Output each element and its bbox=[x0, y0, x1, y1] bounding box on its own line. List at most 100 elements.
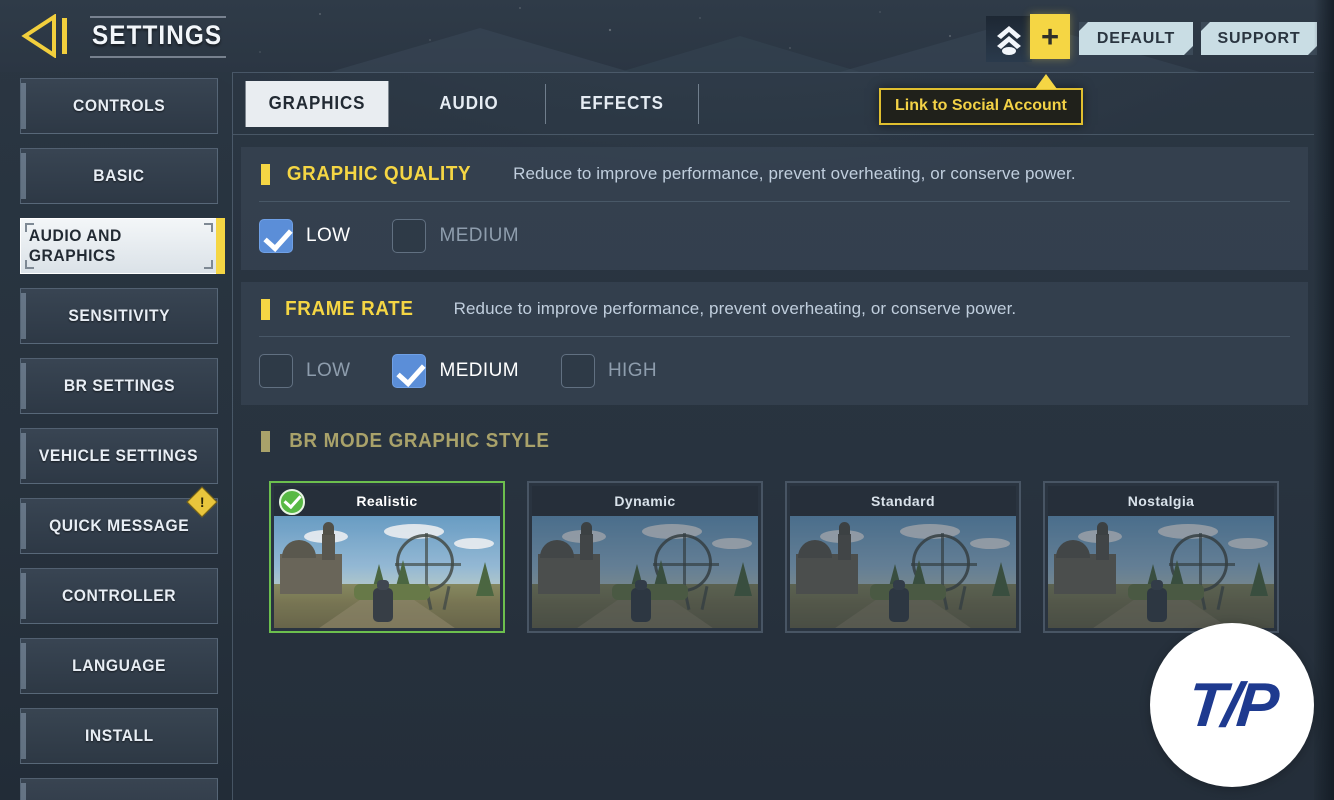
sidebar-item-language[interactable]: LANGUAGE bbox=[20, 638, 218, 694]
sidebar-item-controls[interactable]: CONTROLS bbox=[20, 78, 218, 134]
item-tab bbox=[21, 293, 26, 339]
tab-label: AUDIO bbox=[439, 93, 499, 113]
checkbox-checked-icon[interactable] bbox=[259, 219, 293, 253]
option-graphic-quality-medium[interactable]: MEDIUM bbox=[392, 219, 519, 253]
graphic-style-card-list: Realistic Dynamic Standard Nostalgia bbox=[241, 463, 1308, 633]
watermark-logo: T/P bbox=[1150, 623, 1314, 787]
sidebar-item-label: QUICK MESSAGE bbox=[48, 516, 190, 535]
tab-label: EFFECTS bbox=[580, 93, 664, 113]
option-frame-rate-high[interactable]: HIGH bbox=[560, 354, 658, 388]
option-row: LOW MEDIUM bbox=[241, 202, 1308, 270]
sidebar-item-sensitivity[interactable]: SENSITIVITY bbox=[20, 288, 218, 344]
section-accent-bar bbox=[261, 298, 270, 320]
tab-audio[interactable]: AUDIO bbox=[398, 81, 541, 127]
tab-graphics[interactable]: GRAPHICS bbox=[245, 80, 389, 127]
tab-effects[interactable]: EFFECTS bbox=[551, 81, 694, 127]
tab-divider bbox=[698, 83, 699, 124]
alert-badge-label: ! bbox=[199, 493, 205, 510]
item-tab bbox=[21, 713, 26, 759]
settings-screen: SETTINGS + DEFAULT SUPPORT CONTROLS BASI… bbox=[0, 0, 1334, 800]
section-title: BR MODE GRAPHIC STYLE bbox=[289, 429, 550, 452]
top-bar: SETTINGS + DEFAULT SUPPORT bbox=[0, 0, 1334, 72]
section-br-mode-graphic-style: BR MODE GRAPHIC STYLE Realistic Dynamic … bbox=[241, 419, 1308, 633]
alert-badge-icon: ! bbox=[186, 486, 218, 518]
support-button[interactable]: SUPPORT bbox=[1201, 22, 1317, 55]
card-thumbnail bbox=[532, 516, 758, 628]
item-tab bbox=[21, 363, 26, 409]
sidebar-item-controller[interactable]: CONTROLLER bbox=[20, 568, 218, 624]
sidebar-item-br-settings[interactable]: BR SETTINGS bbox=[20, 358, 218, 414]
graphic-style-card-dynamic[interactable]: Dynamic bbox=[527, 481, 763, 633]
sidebar-item-label: BASIC bbox=[93, 166, 145, 185]
add-button[interactable]: + bbox=[1030, 14, 1070, 59]
section-description: Reduce to improve performance, prevent o… bbox=[513, 164, 1076, 183]
option-row: LOW MEDIUM HIGH bbox=[241, 337, 1308, 405]
sidebar-item-label: CONTROLS bbox=[72, 96, 166, 115]
graphic-style-card-nostalgia[interactable]: Nostalgia bbox=[1043, 481, 1279, 633]
checkbox-checked-icon[interactable] bbox=[392, 354, 427, 388]
tooltip-label: Link to Social Account bbox=[895, 97, 1067, 114]
option-label: MEDIUM bbox=[439, 225, 519, 246]
sidebar-item-basic[interactable]: BASIC bbox=[20, 148, 218, 204]
card-label: Nostalgia bbox=[1048, 486, 1274, 516]
item-tab bbox=[21, 573, 26, 619]
section-accent-bar bbox=[261, 430, 270, 452]
sidebar-item-partial[interactable] bbox=[20, 778, 218, 800]
section-title: FRAME RATE bbox=[285, 297, 414, 320]
title-rule-top bbox=[90, 16, 226, 18]
section-title: GRAPHIC QUALITY bbox=[286, 162, 472, 185]
active-indicator bbox=[216, 218, 225, 274]
option-label: MEDIUM bbox=[439, 360, 519, 381]
corner-notch bbox=[1201, 22, 1210, 31]
corner-notch bbox=[1184, 46, 1193, 55]
checkbox-unchecked-icon[interactable] bbox=[259, 354, 293, 388]
sidebar-item-quick-message[interactable]: QUICK MESSAGE ! bbox=[20, 486, 218, 554]
sidebar-item-label: VEHICLE SETTINGS bbox=[39, 446, 199, 465]
option-frame-rate-medium[interactable]: MEDIUM bbox=[392, 354, 519, 388]
card-label: Dynamic bbox=[532, 486, 758, 516]
graphic-style-card-realistic[interactable]: Realistic bbox=[269, 481, 505, 633]
item-tab bbox=[21, 153, 26, 199]
default-button-label: DEFAULT bbox=[1096, 29, 1176, 47]
item-tab bbox=[21, 433, 26, 479]
card-thumbnail bbox=[274, 516, 500, 628]
link-social-account-tooltip[interactable]: Link to Social Account bbox=[879, 74, 1083, 125]
sidebar-item-install[interactable]: INSTALL bbox=[20, 708, 218, 764]
section-graphic-quality: GRAPHIC QUALITY Reduce to improve perfor… bbox=[241, 147, 1308, 270]
section-header: GRAPHIC QUALITY Reduce to improve perfor… bbox=[241, 147, 1308, 201]
checkbox-unchecked-icon[interactable] bbox=[392, 219, 427, 253]
sidebar-item-audio-and-graphics[interactable]: AUDIO AND GRAPHICS bbox=[20, 218, 225, 274]
card-label: Realistic bbox=[274, 486, 500, 516]
item-tab bbox=[21, 783, 26, 800]
item-tab bbox=[21, 503, 26, 549]
sidebar-item-label: CONTROLLER bbox=[61, 586, 177, 605]
tooltip-arrow-icon bbox=[1035, 74, 1057, 89]
sidebar-item-vehicle-settings[interactable]: VEHICLE SETTINGS bbox=[20, 428, 218, 484]
sidebar: CONTROLS BASIC AUDIO AND GRAPHICS SENSIT… bbox=[0, 72, 228, 800]
selected-check-icon bbox=[279, 489, 305, 515]
corner-notch bbox=[1079, 22, 1088, 31]
title-rule-bottom bbox=[90, 56, 226, 58]
item-tab bbox=[21, 643, 26, 689]
back-arrow-icon bbox=[21, 14, 67, 58]
card-thumbnail bbox=[1048, 516, 1274, 628]
page-title: SETTINGS bbox=[92, 20, 223, 50]
checkbox-unchecked-icon[interactable] bbox=[560, 354, 595, 388]
option-graphic-quality-low[interactable]: LOW bbox=[259, 219, 350, 253]
tab-bar: GRAPHICS AUDIO EFFECTS Link to Social Ac… bbox=[233, 73, 1314, 135]
section-description: Reduce to improve performance, prevent o… bbox=[453, 299, 1017, 318]
tab-divider bbox=[545, 83, 546, 124]
section-header: FRAME RATE Reduce to improve performance… bbox=[241, 282, 1308, 336]
rank-chevron-icon[interactable] bbox=[986, 16, 1032, 62]
sidebar-item-label: SENSITIVITY bbox=[68, 306, 170, 325]
section-frame-rate: FRAME RATE Reduce to improve performance… bbox=[241, 282, 1308, 405]
support-button-label: SUPPORT bbox=[1217, 29, 1301, 47]
option-frame-rate-low[interactable]: LOW bbox=[259, 354, 350, 388]
graphic-style-card-standard[interactable]: Standard bbox=[785, 481, 1021, 633]
watermark-label: T/P bbox=[1184, 670, 1280, 740]
back-button[interactable] bbox=[18, 12, 76, 60]
card-label: Standard bbox=[790, 486, 1016, 516]
default-button[interactable]: DEFAULT bbox=[1079, 22, 1193, 55]
option-label: LOW bbox=[306, 225, 351, 246]
option-label: HIGH bbox=[607, 360, 658, 381]
